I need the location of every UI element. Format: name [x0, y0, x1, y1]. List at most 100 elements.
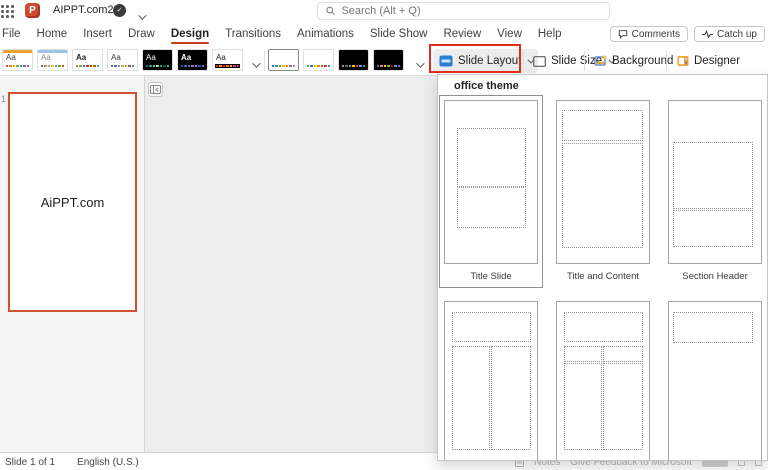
menubar-right-buttons: Comments Catch up — [609, 26, 765, 42]
menu-tab-view[interactable]: View — [489, 22, 530, 45]
theme-aa-sample: Aa — [41, 53, 51, 62]
ribbon-divider — [523, 51, 524, 71]
variant-variant-1[interactable] — [268, 49, 299, 71]
layout-option-title-slide[interactable]: Title Slide — [439, 95, 543, 288]
theme-color-dots — [306, 64, 331, 69]
theme-color-dots — [215, 63, 240, 68]
theme-theme-7[interactable]: Aa — [212, 49, 243, 71]
theme-theme-3[interactable]: Aa — [72, 49, 103, 71]
designer-label: Designer — [694, 55, 741, 67]
layout-option-section-header[interactable]: Section Header — [663, 95, 767, 288]
placeholder-box — [561, 109, 643, 142]
layout-thumbnail — [668, 301, 762, 460]
designer-icon — [677, 56, 689, 66]
placeholder-box — [603, 346, 643, 363]
slide-number: 1 — [1, 94, 7, 104]
theme-theme-6[interactable]: Aa — [177, 49, 208, 71]
menu-tab-animations[interactable]: Animations — [289, 22, 362, 45]
placeholder-box — [456, 186, 527, 228]
layout-thumbnail — [556, 100, 650, 264]
theme-color-dots — [5, 64, 30, 69]
layout-label: Title Slide — [470, 271, 512, 282]
status-left: Slide 1 of 1 English (U.S.) — [5, 457, 139, 468]
slide-thumbnails-pane: 1 AiPPT.com — [0, 76, 145, 452]
ribbon-divider — [584, 51, 585, 71]
slide-thumbnail-1[interactable]: AiPPT.com — [8, 92, 137, 312]
variants-more-chevron-icon[interactable] — [416, 55, 425, 73]
menu-tab-help[interactable]: Help — [530, 22, 570, 45]
layout-option-title-only[interactable]: Title Only — [663, 296, 767, 460]
theme-aa-sample: Aa — [6, 53, 16, 62]
theme-theme-4[interactable]: Aa — [107, 49, 138, 71]
slide-thumbnail-text: AiPPT.com — [40, 194, 105, 210]
menu-tab-file[interactable]: File — [0, 22, 29, 45]
menu-tab-transitions[interactable]: Transitions — [217, 22, 289, 45]
ribbon-divider — [264, 51, 265, 71]
menu-tab-review[interactable]: Review — [435, 22, 489, 45]
variants-gallery — [268, 49, 404, 71]
layout-option-comparison[interactable]: Comparison — [551, 296, 655, 460]
layout-label: Title and Content — [567, 271, 639, 282]
menu-tab-design[interactable]: Design — [163, 22, 217, 45]
menu-tab-insert[interactable]: Insert — [75, 22, 120, 45]
theme-color-dots — [75, 64, 100, 69]
search-input[interactable] — [341, 5, 601, 17]
powerpoint-web-app: P AIPPT.com2 ✓ FileHomeInsertDrawDesignT… — [0, 0, 768, 470]
theme-color-dots — [271, 64, 296, 69]
slide-count-label: Slide 1 of 1 — [5, 457, 56, 468]
layout-thumbnail — [668, 100, 762, 264]
layout-thumbnail — [444, 301, 538, 460]
theme-aa-sample: Aa — [181, 53, 192, 62]
menu-tabs: File Home Insert Draw Design Transitions Anima… — [0, 22, 570, 45]
theme-theme-1[interactable]: Aa — [2, 49, 33, 71]
theme-aa-sample: Aa — [76, 53, 87, 62]
search-icon — [326, 6, 335, 16]
menu-tab-home[interactable]: Home — [29, 22, 76, 45]
layout-label: Section Header — [682, 271, 748, 282]
designer-button[interactable]: Designer — [671, 49, 746, 73]
theme-color-dots — [40, 64, 65, 69]
placeholder-box — [451, 346, 491, 451]
theme-theme-5[interactable]: Aa — [142, 49, 173, 71]
theme-color-dots — [180, 64, 205, 69]
title-bar: P AIPPT.com2 ✓ — [0, 0, 768, 22]
collapse-pane-icon — [150, 85, 161, 94]
powerpoint-app-icon[interactable]: P — [25, 3, 40, 18]
theme-color-dots — [145, 64, 170, 69]
themes-more-chevron-icon[interactable] — [252, 55, 261, 73]
catch-up-label: Catch up — [716, 28, 757, 40]
collapse-pane-button[interactable] — [148, 82, 163, 97]
placeholder-box — [672, 311, 753, 344]
comments-label: Comments — [631, 28, 680, 40]
placeholder-box — [491, 346, 531, 451]
catch-up-pulse-icon — [702, 29, 713, 38]
placeholder-box — [672, 141, 753, 209]
variant-variant-2[interactable] — [303, 49, 334, 71]
slide-size-icon — [533, 55, 546, 67]
theme-theme-2[interactable]: Aa — [37, 49, 68, 71]
layout-panel-title: office theme — [454, 80, 519, 92]
catch-up-button[interactable]: Catch up — [693, 26, 765, 42]
variant-variant-3[interactable] — [338, 49, 369, 71]
layout-thumbnail — [444, 100, 538, 264]
layout-option-title-and-content[interactable]: Title and Content — [551, 95, 655, 288]
layout-grid: Title Slide Title and Content Section Head… — [439, 95, 767, 460]
placeholder-box — [561, 143, 643, 249]
variant-variant-4[interactable] — [373, 49, 404, 71]
menu-tab-slide-show[interactable]: Slide Show — [362, 22, 436, 45]
background-label: Background — [612, 55, 674, 67]
theme-color-dots — [110, 64, 135, 69]
theme-color-dots — [341, 64, 366, 69]
comments-button[interactable]: Comments — [609, 26, 688, 42]
slide-layout-icon — [439, 55, 453, 67]
menu-tab-draw[interactable]: Draw — [120, 22, 163, 45]
slide-layout-label: Slide Layout — [458, 55, 522, 67]
app-launcher-icon[interactable] — [1, 5, 14, 18]
placeholder-box — [563, 311, 643, 343]
document-title[interactable]: AIPPT.com2 — [53, 4, 114, 16]
language-label[interactable]: English (U.S.) — [77, 457, 139, 468]
search-box[interactable] — [317, 2, 610, 20]
layout-option-two-content[interactable]: Two Content — [439, 296, 543, 460]
placeholder-box — [563, 363, 603, 451]
saved-status-icon[interactable]: ✓ — [113, 4, 126, 17]
